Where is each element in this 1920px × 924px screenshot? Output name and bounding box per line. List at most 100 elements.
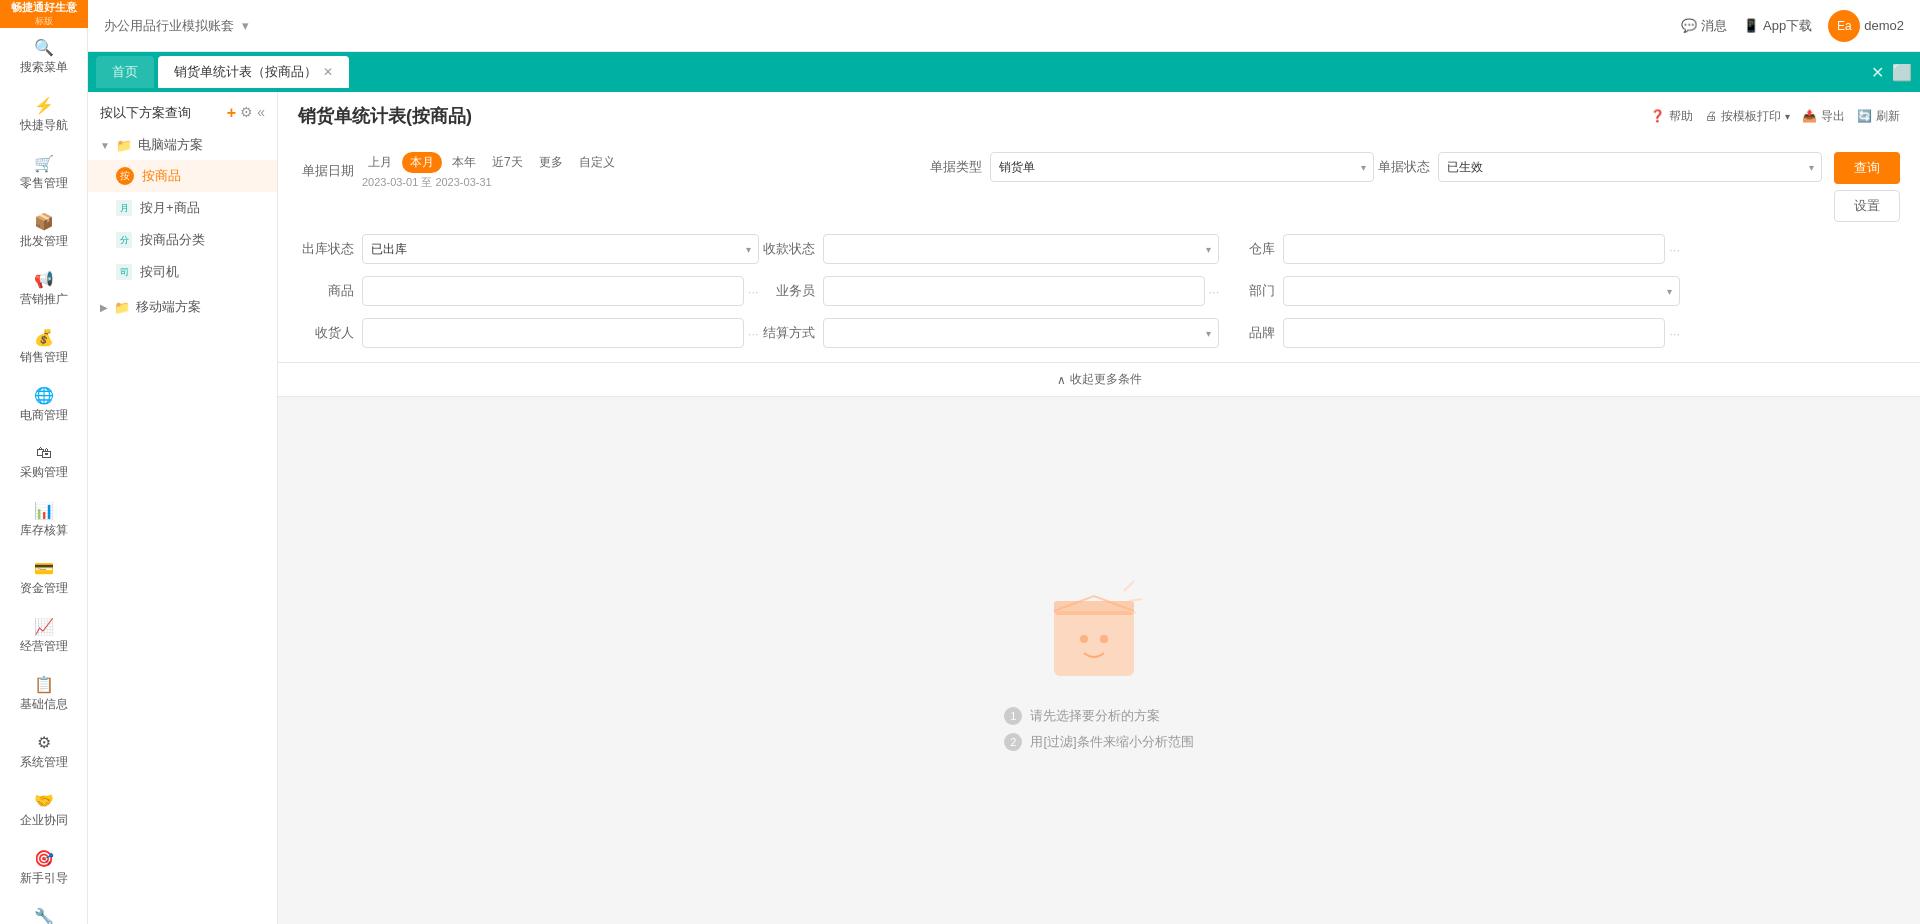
sidebar-item-quicknav[interactable]: ⚡ 快捷导航	[0, 86, 87, 144]
tab-maximize-button[interactable]: ⬜	[1892, 63, 1912, 82]
workspace-name: 办公用品行业模拟账套	[104, 17, 234, 35]
help-button[interactable]: ❓ 帮助	[1650, 108, 1693, 125]
export-icon: 📤	[1802, 109, 1817, 123]
goods-more-icon[interactable]: ···	[748, 284, 759, 299]
collapse-bar[interactable]: ∧ 收起更多条件	[278, 363, 1920, 397]
date-btn-thismonth[interactable]: 本月	[402, 152, 442, 173]
date-label: 单据日期	[298, 162, 354, 180]
export-button[interactable]: 📤 导出	[1802, 108, 1845, 125]
scheme-item-by-goods-cat[interactable]: 分 按商品分类	[88, 224, 277, 256]
filter-row-3: 商品 ··· 业务员 ··· 部门	[298, 276, 1900, 306]
brand-input[interactable]	[1283, 318, 1665, 348]
date-btn-7days[interactable]: 近7天	[486, 152, 529, 173]
receiver-input[interactable]	[362, 318, 744, 348]
scheme-item-by-driver[interactable]: 司 按司机	[88, 256, 277, 288]
sidebar-item-purchase[interactable]: 🛍 采购管理	[0, 434, 87, 491]
sidebar-item-retail[interactable]: 🛒 零售管理	[0, 144, 87, 202]
sidebar-item-sales[interactable]: 💰 销售管理	[0, 318, 87, 376]
empty-state: 1 请先选择要分析的方案 2 用[过滤]条件来缩小分析范围	[278, 397, 1920, 924]
date-section: 上月 本月 本年 近7天 更多 自定义 2023-03-01 至 2023-03…	[362, 152, 629, 190]
collapse-label: 收起更多条件	[1070, 371, 1142, 388]
search-icon: 🔍	[34, 38, 54, 57]
app-download-button[interactable]: 📱 App下载	[1743, 17, 1812, 35]
collapse-panel-button[interactable]: «	[257, 104, 265, 122]
tab-close-icon[interactable]: ✕	[323, 65, 333, 79]
filter-brand: 品牌 ···	[1219, 318, 1680, 348]
hint-num-1: 1	[1004, 707, 1022, 725]
settings-button[interactable]: 设置	[1834, 190, 1900, 222]
filter-payment-method: 结算方式 ▾	[759, 318, 1220, 348]
page-title-area: 销货单统计表(按商品) ❓ 帮助 🖨 按模板打印 ▾ 📤	[278, 92, 1920, 138]
svg-rect-1	[1054, 601, 1134, 615]
sidebar-label-sales: 销售管理	[20, 349, 68, 366]
date-btn-more[interactable]: 更多	[533, 152, 569, 173]
tab-close-window-button[interactable]: ✕	[1871, 63, 1884, 82]
sidebar-item-apps[interactable]: 🔧 应用中心	[0, 897, 87, 924]
scheme-item-by-month-goods[interactable]: 月 按月+商品	[88, 192, 277, 224]
filter-payment-status: 收款状态 ▾	[759, 234, 1220, 264]
help-icon: ❓	[1650, 109, 1665, 123]
left-panel-header: 按以下方案查询 + ⚙ «	[88, 104, 277, 130]
goods-input[interactable]	[362, 276, 744, 306]
date-btn-custom[interactable]: 自定义	[573, 152, 621, 173]
doctype-select[interactable]: 销货单	[990, 152, 1374, 182]
query-button[interactable]: 查询	[1834, 152, 1900, 184]
mobile-group-folder-icon: 📁	[114, 300, 130, 315]
date-btn-thisyear[interactable]: 本年	[446, 152, 482, 173]
docstatus-select[interactable]: 已生效	[1438, 152, 1822, 182]
empty-hint-text: 1 请先选择要分析的方案 2 用[过滤]条件来缩小分析范围	[1004, 707, 1193, 751]
dept-select[interactable]	[1283, 276, 1680, 306]
sidebar-item-search[interactable]: 🔍 搜索菜单	[0, 28, 87, 86]
print-arrow: ▾	[1785, 111, 1790, 122]
hint-text-1: 请先选择要分析的方案	[1030, 707, 1160, 725]
payment-method-select[interactable]	[823, 318, 1220, 348]
settings-scheme-button[interactable]: ⚙	[240, 104, 253, 122]
tab-sales-stat[interactable]: 销货单统计表（按商品） ✕	[158, 56, 349, 88]
warehouse-more-icon[interactable]: ···	[1669, 242, 1680, 257]
sidebar-item-ecom[interactable]: 🌐 电商管理	[0, 376, 87, 434]
empty-illustration	[1034, 571, 1164, 691]
sidebar-item-finance[interactable]: 💳 资金管理	[0, 549, 87, 607]
brand-more-icon[interactable]: ···	[1669, 326, 1680, 341]
refresh-button[interactable]: 🔄 刷新	[1857, 108, 1900, 125]
salesperson-input[interactable]	[823, 276, 1205, 306]
app-download-label: App下载	[1763, 17, 1812, 35]
sidebar-label-quicknav: 快捷导航	[20, 117, 68, 134]
sidebar-item-wholesale[interactable]: 📦 批发管理	[0, 202, 87, 260]
sidebar-item-inventory[interactable]: 📊 库存核算	[0, 491, 87, 549]
scheme-item-by-goods[interactable]: 按 按商品	[88, 160, 277, 192]
refresh-label: 刷新	[1876, 108, 1900, 125]
salesperson-more-icon[interactable]: ···	[1209, 284, 1220, 299]
sidebar-item-guide[interactable]: 🎯 新手引导	[0, 839, 87, 897]
sidebar-item-collab[interactable]: 🤝 企业协同	[0, 781, 87, 839]
svg-line-4	[1124, 581, 1134, 591]
warehouse-input[interactable]	[1283, 234, 1665, 264]
add-scheme-button[interactable]: +	[227, 104, 236, 122]
page-title: 销货单统计表(按商品)	[298, 104, 472, 128]
download-icon: 📱	[1743, 18, 1759, 33]
sidebar-item-system[interactable]: ⚙ 系统管理	[0, 723, 87, 781]
message-button[interactable]: 💬 消息	[1681, 17, 1727, 35]
date-btn-lastmonth[interactable]: 上月	[362, 152, 398, 173]
top-header: 办公用品行业模拟账套 ▾ 💬 消息 📱 App下载 Ea demo2	[88, 0, 1920, 52]
receiver-more-icon[interactable]: ···	[748, 326, 759, 341]
print-button[interactable]: 🖨 按模板打印 ▾	[1705, 108, 1790, 125]
guide-icon: 🎯	[34, 849, 54, 868]
stock-status-select[interactable]: 已出库	[362, 234, 759, 264]
scheme-by-month-label: 按月+商品	[140, 199, 200, 217]
payment-status-select[interactable]	[823, 234, 1220, 264]
app-logo[interactable]: 畅捷通好生意 标版	[0, 0, 88, 28]
sidebar-item-marketing[interactable]: 📢 营销推广	[0, 260, 87, 318]
tab-home[interactable]: 首页	[96, 56, 154, 88]
scheme-group-mobile: ▶ 📁 移动端方案	[88, 292, 277, 322]
sidebar-item-ops[interactable]: 📈 经营管理	[0, 607, 87, 665]
filter-stock-status: 出库状态 已出库 ▾	[298, 234, 759, 264]
user-profile[interactable]: Ea demo2	[1828, 10, 1904, 42]
brand-label: 品牌	[1219, 324, 1275, 342]
sidebar-item-basic[interactable]: 📋 基础信息	[0, 665, 87, 723]
system-icon: ⚙	[37, 733, 51, 752]
workspace-dropdown-icon[interactable]: ▾	[242, 18, 249, 33]
scheme-group-mobile-title[interactable]: ▶ 📁 移动端方案	[88, 292, 277, 322]
filter-row-2: 出库状态 已出库 ▾ 收款状态	[298, 234, 1900, 264]
scheme-group-pc-title[interactable]: ▼ 📁 电脑端方案	[88, 130, 277, 160]
